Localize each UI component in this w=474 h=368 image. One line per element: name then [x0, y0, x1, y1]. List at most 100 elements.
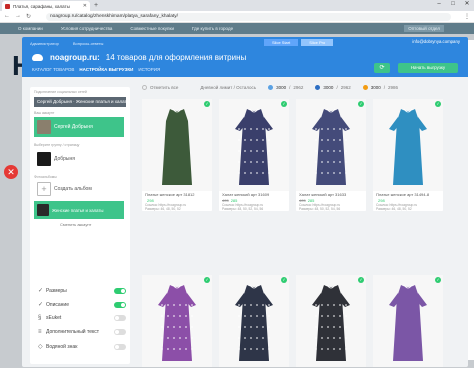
browser-tab[interactable]: Платья, сарафаны, халаты ✕ — [2, 1, 90, 11]
site-nav-item[interactable]: О компании — [18, 26, 43, 31]
address-bar: ← → ↻ noagroup.ru/catalog/zhenskhimam/pl… — [0, 11, 474, 23]
setting-label: sEuket — [46, 315, 62, 321]
product-card[interactable]: ✓Платье женское арт 31810 — [142, 275, 212, 367]
setting-icon: ✓ — [38, 288, 44, 294]
limit-stat: 3000/2986 — [362, 84, 398, 90]
faq-link[interactable]: Вопросы-ответы — [73, 41, 104, 46]
setting-label: Размеры — [46, 287, 67, 294]
product-card[interactable]: ✓ Халат женский арт 31609 405 285 Ссылка: ht… — [219, 99, 289, 211]
product-sizes: Размеры: 48, 50, 52, 54, 56 — [222, 207, 264, 211]
toggle-switch[interactable] — [114, 287, 126, 294]
maximize-icon[interactable]: □ — [446, 0, 460, 9]
limit-stat: 3000/2962 — [268, 84, 303, 90]
album-item[interactable]: Женские платья и халаты — [34, 201, 124, 219]
forward-icon[interactable]: → — [15, 13, 21, 20]
create-album-button[interactable]: + Создать альбом — [34, 179, 124, 199]
new-tab-icon[interactable]: + — [94, 2, 98, 9]
product-image: ✓ — [296, 275, 366, 367]
slice-start-tab[interactable]: Slice Start — [264, 39, 299, 46]
browser-tab-strip: Платья, сарафаны, халаты ✕ + – □ ✕ — [0, 0, 474, 11]
album-thumb — [37, 204, 49, 216]
toggle-switch[interactable] — [114, 301, 126, 308]
product-card[interactable]: ✓Халат женский арт 31609 — [296, 275, 366, 367]
settings-panel: Подключение социальных сетей Сергей Добр… — [30, 87, 130, 364]
close-tab-icon[interactable]: ✕ — [83, 3, 87, 9]
select-all-label: Отметить все — [150, 84, 179, 90]
group-item[interactable]: Добрыня — [34, 149, 124, 169]
select-all-checkbox[interactable] — [142, 84, 147, 90]
check-icon[interactable]: ✓ — [204, 277, 210, 283]
product-card[interactable]: ✓ Платье женское арт 31812 298 Ссылка: http… — [142, 99, 212, 211]
minimize-icon[interactable]: – — [432, 0, 446, 9]
setting-toggle-row[interactable]: ✓ Описание — [38, 301, 126, 308]
shield-icon — [37, 152, 51, 166]
product-title: Халат женский арт 31609 — [222, 192, 270, 197]
url-field[interactable]: noagroup.ru/catalog/zhenskhimam/platya_s… — [46, 13, 451, 21]
product-image: ✓ — [142, 99, 212, 191]
toggle-switch[interactable] — [114, 343, 126, 350]
social-label: Подключение социальных сетей — [34, 90, 87, 94]
browser-menu-icon[interactable]: ⋮ — [464, 13, 470, 20]
product-image: ✓ — [219, 99, 289, 191]
check-icon[interactable]: ✓ — [358, 101, 364, 107]
admin-link[interactable]: Администратор — [30, 41, 59, 46]
check-icon[interactable]: ✓ — [204, 101, 210, 107]
setting-toggle-row[interactable]: § sEuket — [38, 315, 126, 321]
tab-history[interactable]: ИСТОРИЯ — [138, 67, 160, 72]
setting-label: Дополнительный текст — [46, 329, 100, 335]
start-export-button[interactable]: Начать выгрузку — [398, 63, 458, 73]
modal-header: Администратор Вопросы-ответы Slice Start… — [22, 37, 468, 77]
close-icon[interactable]: ✕ — [4, 165, 18, 179]
toggle-switch[interactable] — [114, 329, 126, 335]
account-item[interactable]: Сергей Добрыня — [34, 117, 124, 137]
toggle-switch[interactable] — [114, 315, 126, 321]
site-nav-item[interactable]: Условия сотрудничества — [61, 26, 113, 31]
network-icon — [268, 84, 274, 90]
setting-toggle-row[interactable]: ✓ Размеры — [38, 287, 126, 294]
tab-catalog[interactable]: КАТАЛОГ ТОВАРОВ — [32, 67, 74, 72]
reload-icon[interactable]: ↻ — [26, 13, 31, 20]
favicon-icon — [5, 3, 10, 9]
site-nav-item[interactable]: Оптовый отдел — [404, 25, 444, 32]
check-icon[interactable]: ✓ — [435, 277, 441, 283]
product-card[interactable]: ✓ Халат женский арт 31633 405 285 Ссылка: ht… — [296, 99, 366, 211]
product-image: ✓ — [373, 275, 443, 367]
check-icon[interactable]: ✓ — [435, 101, 441, 107]
refresh-button[interactable]: ⟳ — [374, 63, 390, 73]
create-album-label: Создать альбом — [54, 186, 92, 192]
site-nav: О компании Условия сотрудничества Совместн… — [0, 23, 474, 34]
site-nav-item[interactable]: Где купить в городе — [192, 26, 233, 31]
slice-pro-tab[interactable]: Slice Pro — [301, 39, 334, 46]
account-email[interactable]: info@dobrynya.company — [412, 39, 460, 44]
product-sizes: Размеры: 48, 50, 52, 54, 56 — [299, 207, 341, 211]
window-controls: – □ ✕ — [432, 0, 474, 9]
setting-toggle-row[interactable]: ≡ Дополнительный текст — [38, 329, 126, 335]
account-label: Ваш аккаунт — [34, 111, 55, 115]
product-card[interactable]: ✓Платье женское арт 31812 — [373, 275, 443, 367]
export-modal: Администратор Вопросы-ответы Slice Start… — [22, 37, 468, 367]
cloud-logo-icon — [32, 54, 43, 61]
filters-bar: Отметить все Дневной лимит / Осталось 30… — [142, 82, 462, 92]
change-account-link[interactable]: Сменить аккаунт — [60, 222, 91, 227]
check-icon[interactable]: ✓ — [281, 101, 287, 107]
selected-account-chip[interactable]: Сергей Добрыня · Женские платья и халаты — [34, 97, 126, 107]
site-nav-item[interactable]: Совместные покупки — [130, 26, 174, 31]
setting-label: Описание — [46, 301, 70, 308]
setting-icon: ◇ — [38, 344, 43, 350]
setting-icon: § — [38, 315, 42, 321]
check-icon[interactable]: ✓ — [358, 277, 364, 283]
setting-icon: ≡ — [38, 329, 42, 335]
product-sizes: Размеры: 46, 48, 50, 52 — [145, 207, 181, 211]
account-name: Сергей Добрыня — [54, 124, 93, 130]
group-label: Выберите группу / страницу — [34, 143, 80, 147]
setting-toggle-row[interactable]: ◇ Водяной знак — [38, 343, 126, 350]
product-image: ✓ — [142, 275, 212, 367]
check-icon[interactable]: ✓ — [281, 277, 287, 283]
product-title: Платье женское арт 31812 — [145, 192, 195, 197]
product-card[interactable]: ✓ Платье женское арт 31494-8 298 Ссылка: ht… — [373, 99, 443, 211]
back-icon[interactable]: ← — [4, 13, 10, 20]
tab-export-settings[interactable]: НАСТРОЙКА ВЫГРУЗКИ — [79, 67, 133, 72]
close-window-icon[interactable]: ✕ — [460, 0, 474, 9]
product-card[interactable]: ✓Платье женское арт 31811 — [219, 275, 289, 367]
limit-label: Дневной лимит / Осталось — [200, 84, 257, 90]
